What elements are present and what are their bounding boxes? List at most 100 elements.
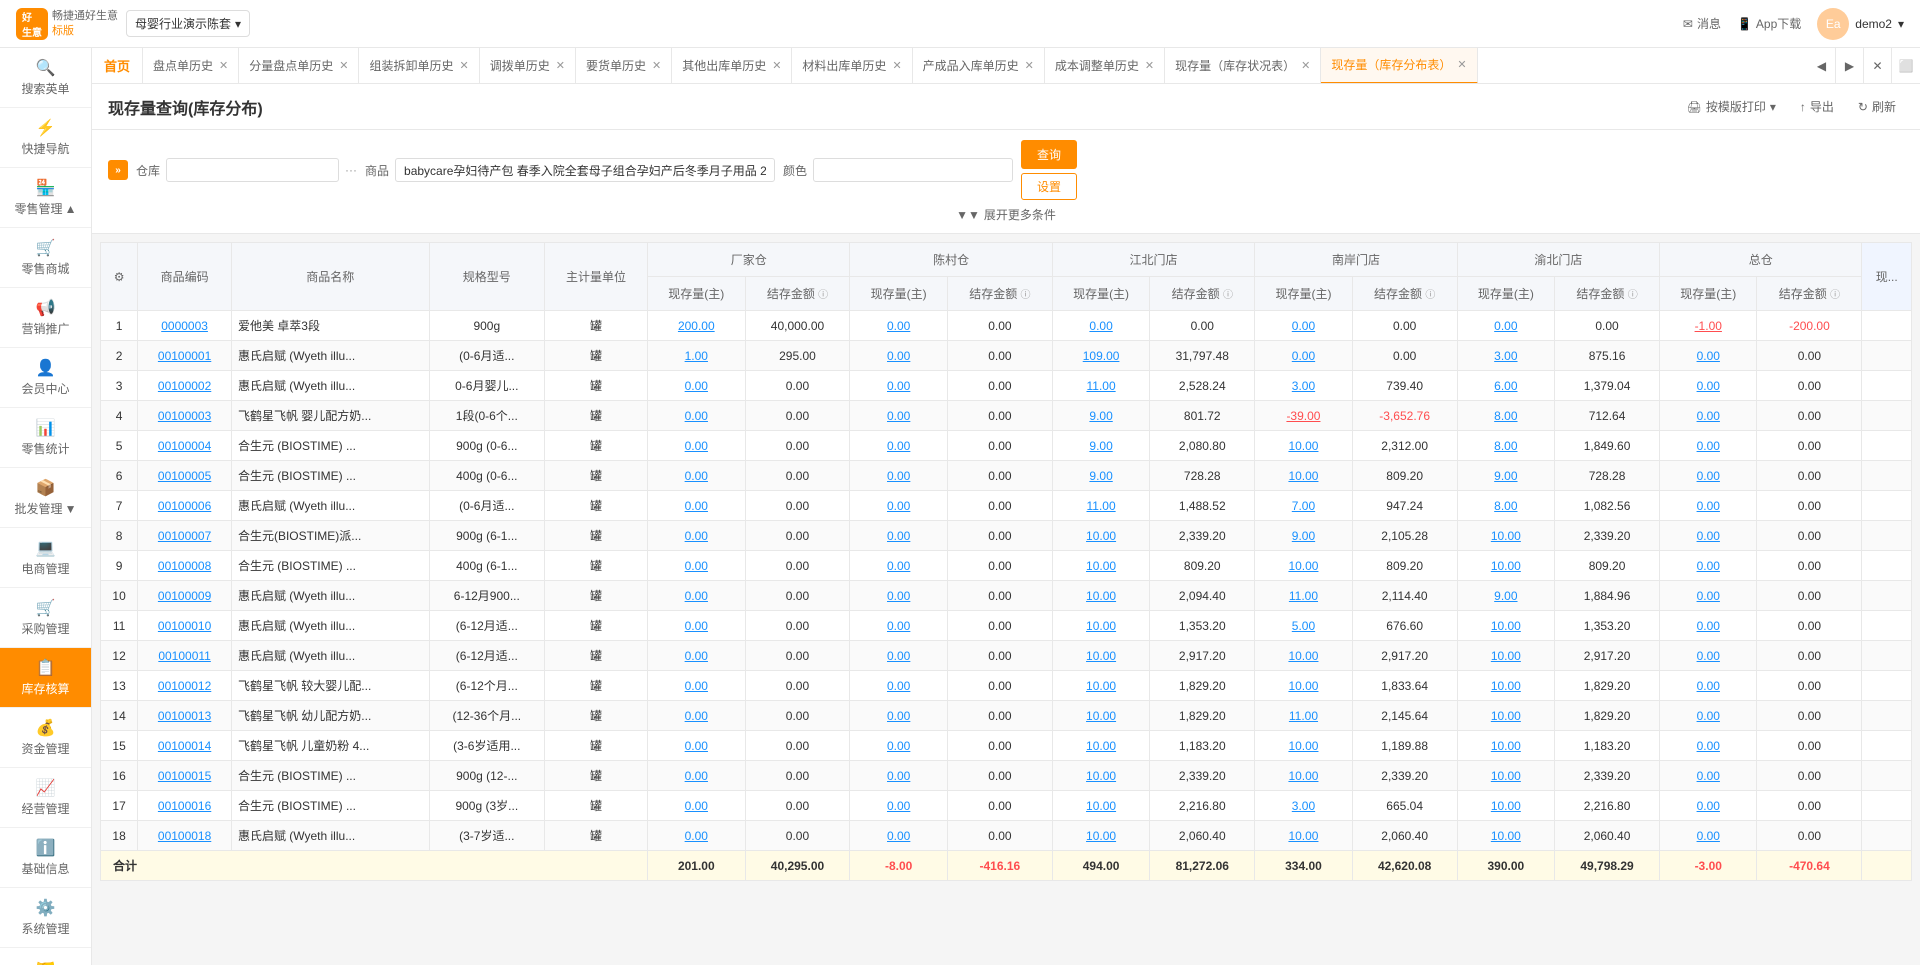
sidebar-item-ecommerce[interactable]: 💻 电商管理: [0, 528, 91, 588]
td-jb-stock: 11.00: [1052, 491, 1149, 521]
sidebar-item-collab[interactable]: 🤝 企业协同: [0, 948, 91, 965]
close-icon[interactable]: ✕: [1457, 58, 1466, 71]
tab-next-btn[interactable]: ▶: [1836, 48, 1864, 84]
tab-stock-status[interactable]: 现存量（库存状况表） ✕: [1165, 48, 1321, 84]
sidebar-item-marketing[interactable]: 📢 营销推广: [0, 288, 91, 348]
warehouse-dots-btn[interactable]: ···: [345, 163, 357, 177]
sidebar-item-system[interactable]: ⚙️ 系统管理: [0, 888, 91, 948]
table-row: 5 00100004 合生元 (BIOSTIME) ... 900g (0-6.…: [101, 431, 1912, 461]
td-yb-amt: 1,884.96: [1555, 581, 1660, 611]
industry-select[interactable]: 母婴行业演示陈套 ▾: [126, 10, 250, 37]
td-yb-amt: 1,379.04: [1555, 371, 1660, 401]
td-total-stock: 0.00: [1660, 401, 1757, 431]
close-icon[interactable]: ✕: [772, 59, 781, 72]
sidebar-item-operations[interactable]: 📈 经营管理: [0, 768, 91, 828]
tab-cost-adjust[interactable]: 成本调整单历史 ✕: [1045, 48, 1165, 84]
export-btn[interactable]: ↑ 导出: [1792, 94, 1842, 119]
tab-home[interactable]: 首页: [92, 48, 143, 84]
td-code: 00100002: [138, 371, 232, 401]
close-icon[interactable]: ✕: [556, 59, 565, 72]
color-input[interactable]: [813, 158, 1013, 182]
close-icon[interactable]: ✕: [1025, 59, 1034, 72]
sidebar-item-retail-store[interactable]: 🛒 零售商城: [0, 228, 91, 288]
table-row: 1 0000003 爱他美 卓萃3段 900g 罐 200.00 40,000.…: [101, 311, 1912, 341]
expand-conditions-btn[interactable]: ▼▼ 展开更多条件: [956, 206, 1056, 223]
settings-btn[interactable]: 设置: [1021, 173, 1077, 200]
goods-input[interactable]: [395, 158, 775, 182]
close-icon[interactable]: ✕: [652, 59, 661, 72]
sidebar-item-search[interactable]: 🔍 搜索英单: [0, 48, 91, 108]
tab-prev-btn[interactable]: ◀: [1808, 48, 1836, 84]
sidebar-item-member[interactable]: 👤 会员中心: [0, 348, 91, 408]
print-btn[interactable]: 🖨 按模版打印 ▾: [1679, 94, 1784, 119]
tab-other-outbound[interactable]: 其他出库单历史 ✕: [672, 48, 792, 84]
th-fc-amt: 结存金额 ⓘ: [745, 277, 850, 311]
tab-expand-btn[interactable]: ⬜: [1892, 48, 1920, 84]
wholesale-icon: 📦: [4, 478, 87, 498]
td-unit: 罐: [544, 521, 647, 551]
td-jb-amt: 728.28: [1150, 461, 1255, 491]
tab-inventory-count[interactable]: 盘点单历史 ✕: [143, 48, 239, 84]
td-total-amt: 0.00: [1757, 731, 1862, 761]
close-icon[interactable]: ✕: [339, 59, 348, 72]
th-total-wh: 总仓: [1660, 243, 1862, 277]
tab-transfer[interactable]: 调拨单历史 ✕: [480, 48, 576, 84]
data-table: ⚙ 商品编码 商品名称 规格型号 主计量单位 厂家仓 陈村仓 江北门店 南岸门店…: [100, 242, 1912, 881]
close-icon[interactable]: ✕: [1145, 59, 1154, 72]
td-name: 合生元 (BIOSTIME) ...: [231, 551, 429, 581]
sidebar-item-basics[interactable]: ℹ️ 基础信息: [0, 828, 91, 888]
sidebar-item-inventory[interactable]: 📋 库存核算: [0, 648, 91, 708]
tab-portion-count[interactable]: 分量盘点单历史 ✕: [239, 48, 359, 84]
close-icon[interactable]: ✕: [460, 59, 469, 72]
tab-requisition[interactable]: 要货单历史 ✕: [576, 48, 672, 84]
refresh-btn[interactable]: ↻ 刷新: [1850, 94, 1904, 119]
info-icon[interactable]: ⓘ: [818, 290, 828, 301]
table-row: 12 00100011 惠氏启赋 (Wyeth illu... (6-12月适.…: [101, 641, 1912, 671]
sidebar-item-finance[interactable]: 💰 资金管理: [0, 708, 91, 768]
td-lc-amt: 0.00: [947, 791, 1052, 821]
tab-material-outbound[interactable]: 材料出库单历史 ✕: [792, 48, 912, 84]
tab-assembly[interactable]: 组装拆卸单历史 ✕: [359, 48, 479, 84]
goods-field: 商品: [365, 158, 775, 182]
info-icon6[interactable]: ⓘ: [1830, 290, 1840, 301]
sidebar-item-wholesale[interactable]: 📦 批发管理 ▼: [0, 468, 91, 528]
sidebar-item-retail-stats[interactable]: 📊 零售统计: [0, 408, 91, 468]
td-yb-amt: 1,082.56: [1555, 491, 1660, 521]
td-fc-stock: 0.00: [648, 761, 745, 791]
info-icon2[interactable]: ⓘ: [1021, 290, 1031, 301]
td-na-stock: 10.00: [1255, 641, 1352, 671]
td-jb-amt: 31,797.48: [1150, 341, 1255, 371]
sidebar-item-purchase[interactable]: 🛒 采购管理: [0, 588, 91, 648]
sidebar-item-quicknav[interactable]: ⚡ 快捷导航: [0, 108, 91, 168]
close-icon[interactable]: ✕: [1301, 59, 1310, 72]
query-btn[interactable]: 查询: [1021, 140, 1077, 169]
app-download-btn[interactable]: 📱 App下载: [1737, 15, 1801, 32]
info-icon4[interactable]: ⓘ: [1425, 290, 1435, 301]
td-fc-stock: 0.00: [648, 791, 745, 821]
info-icon5[interactable]: ⓘ: [1628, 290, 1638, 301]
tab-production-inbound[interactable]: 产成品入库单历史 ✕: [913, 48, 1045, 84]
td-code: 00100008: [138, 551, 232, 581]
td-spec: (0-6月适...: [429, 491, 544, 521]
tab-stock-dist[interactable]: 现存量（库存分布表） ✕: [1321, 48, 1477, 84]
tab-close-all-btn[interactable]: ✕: [1864, 48, 1892, 84]
color-field: 颜色: [783, 158, 1013, 182]
retail-icon: 🏪: [4, 178, 87, 198]
close-icon[interactable]: ✕: [219, 59, 228, 72]
td-yb-amt: 2,339.20: [1555, 521, 1660, 551]
message-btn[interactable]: ✉ 消息: [1683, 15, 1721, 32]
user-area[interactable]: Ea demo2 ▾: [1817, 8, 1904, 40]
td-unit: 罐: [544, 821, 647, 851]
td-jb-stock: 0.00: [1052, 311, 1149, 341]
td-na-amt: 0.00: [1352, 311, 1457, 341]
th-total-stock: 现存量(主): [1660, 277, 1757, 311]
expand-caret-btn[interactable]: »: [108, 160, 128, 180]
td-code: 00100010: [138, 611, 232, 641]
td-unit: 罐: [544, 671, 647, 701]
td-yb-stock: 10.00: [1457, 701, 1554, 731]
sidebar-item-retail-mgmt[interactable]: 🏪 零售管理 ▲: [0, 168, 91, 228]
close-icon[interactable]: ✕: [892, 59, 901, 72]
info-icon3[interactable]: ⓘ: [1223, 290, 1233, 301]
warehouse-input[interactable]: [166, 158, 339, 182]
td-spec: 400g (6-1...: [429, 551, 544, 581]
